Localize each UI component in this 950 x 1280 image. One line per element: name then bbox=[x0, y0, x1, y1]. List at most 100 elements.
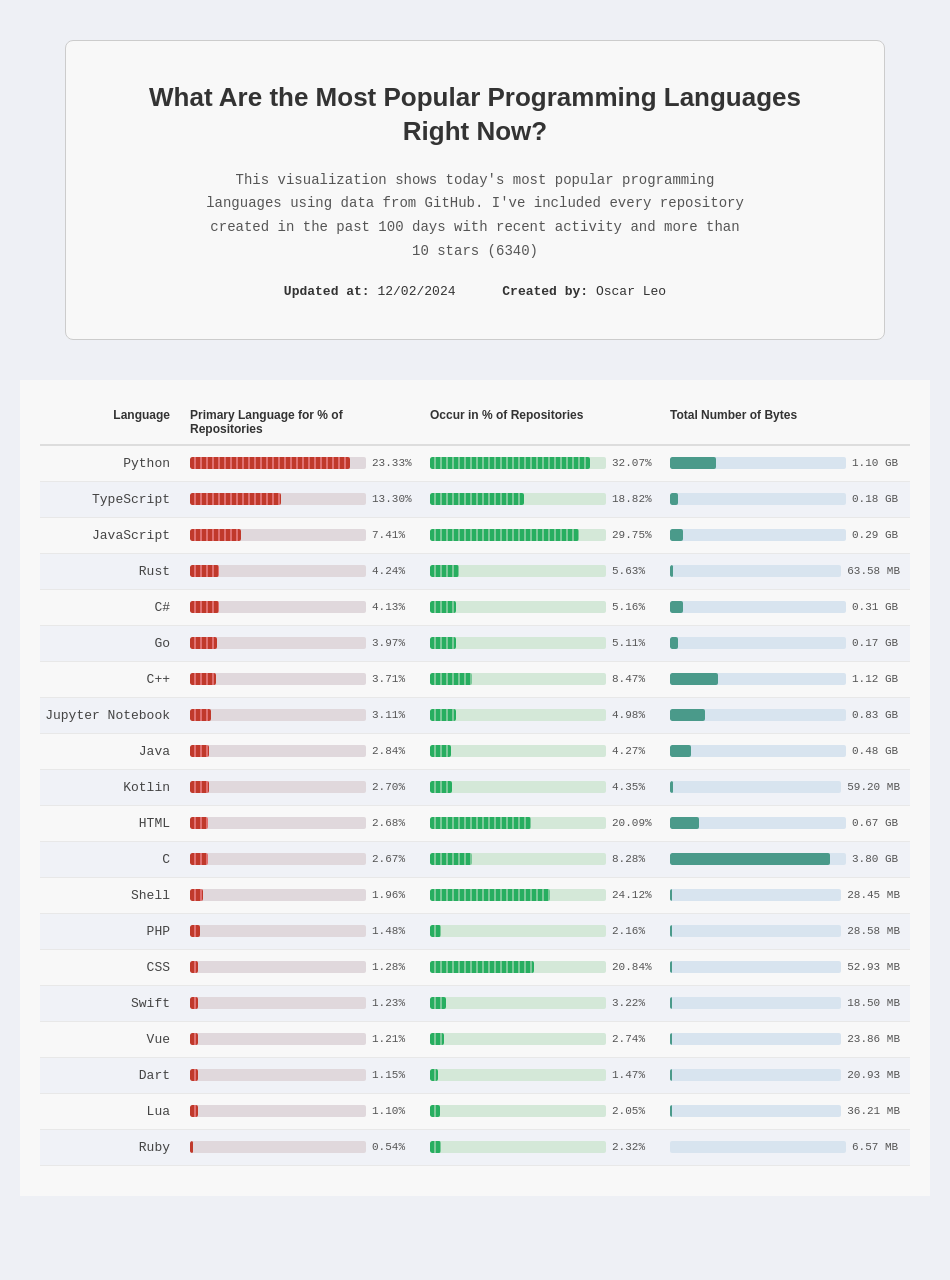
language-name: HTML bbox=[40, 816, 190, 831]
primary-bar-track bbox=[190, 457, 366, 469]
occur-bar-cell: 18.82% bbox=[430, 493, 670, 505]
primary-bar-fill bbox=[190, 1105, 198, 1117]
primary-bar-cell: 2.70% bbox=[190, 781, 430, 793]
bytes-value: 1.12 GB bbox=[852, 673, 900, 685]
occur-pct: 4.35% bbox=[612, 781, 660, 793]
primary-bar-cell: 1.10% bbox=[190, 1105, 430, 1117]
bytes-bar-track bbox=[670, 817, 846, 829]
primary-bar-track bbox=[190, 925, 366, 937]
occur-bar-fill bbox=[430, 781, 452, 793]
bytes-bar-track bbox=[670, 493, 846, 505]
occur-bar-cell: 2.32% bbox=[430, 1141, 670, 1153]
primary-bar-track bbox=[190, 1141, 366, 1153]
bytes-bar-fill bbox=[670, 997, 672, 1009]
bytes-bar-cell: 0.17 GB bbox=[670, 637, 910, 649]
occur-bar-track bbox=[430, 1141, 606, 1153]
primary-bar-track bbox=[190, 817, 366, 829]
occur-bar-fill bbox=[430, 817, 531, 829]
occur-bar-cell: 1.47% bbox=[430, 1069, 670, 1081]
language-name: JavaScript bbox=[40, 528, 190, 543]
primary-bar-fill bbox=[190, 457, 350, 469]
primary-bar-track bbox=[190, 1033, 366, 1045]
occur-bar-track bbox=[430, 925, 606, 937]
updated-label: Updated at: bbox=[284, 284, 370, 299]
bytes-bar-track bbox=[670, 925, 841, 937]
language-name: Jupyter Notebook bbox=[40, 708, 190, 723]
occur-bar-track bbox=[430, 529, 606, 541]
occur-pct: 2.16% bbox=[612, 925, 660, 937]
primary-bar-fill bbox=[190, 1069, 198, 1081]
language-name: Go bbox=[40, 636, 190, 651]
table-row: Dart 1.15% 1.47% 20.93 MB bbox=[40, 1058, 910, 1094]
bytes-bar-track bbox=[670, 997, 841, 1009]
bytes-bar-fill bbox=[670, 529, 683, 541]
primary-pct: 1.96% bbox=[372, 889, 420, 901]
created-label: Created by: bbox=[502, 284, 588, 299]
table-row: Swift 1.23% 3.22% 18.50 MB bbox=[40, 986, 910, 1022]
bytes-value: 59.20 MB bbox=[847, 781, 900, 793]
primary-bar-track bbox=[190, 1069, 366, 1081]
occur-bar-track bbox=[430, 853, 606, 865]
primary-bar-cell: 2.84% bbox=[190, 745, 430, 757]
occur-bar-track bbox=[430, 1033, 606, 1045]
primary-bar-track bbox=[190, 709, 366, 721]
occur-bar-fill bbox=[430, 601, 456, 613]
primary-bar-fill bbox=[190, 565, 219, 577]
primary-bar-track bbox=[190, 565, 366, 577]
primary-bar-cell: 1.48% bbox=[190, 925, 430, 937]
bytes-bar-cell: 3.80 GB bbox=[670, 853, 910, 865]
primary-bar-fill bbox=[190, 853, 208, 865]
occur-bar-track bbox=[430, 673, 606, 685]
primary-bar-cell: 13.30% bbox=[190, 493, 430, 505]
occur-bar-track bbox=[430, 781, 606, 793]
occur-bar-fill bbox=[430, 1033, 444, 1045]
bytes-value: 28.45 MB bbox=[847, 889, 900, 901]
occur-bar-cell: 5.16% bbox=[430, 601, 670, 613]
occur-bar-cell: 4.35% bbox=[430, 781, 670, 793]
occur-bar-fill bbox=[430, 1069, 438, 1081]
primary-bar-fill bbox=[190, 601, 219, 613]
primary-pct: 13.30% bbox=[372, 493, 420, 505]
primary-bar-fill bbox=[190, 1033, 198, 1045]
primary-bar-cell: 1.23% bbox=[190, 997, 430, 1009]
language-name: C++ bbox=[40, 672, 190, 687]
occur-pct: 20.09% bbox=[612, 817, 660, 829]
occur-bar-track bbox=[430, 997, 606, 1009]
occur-bar-cell: 32.07% bbox=[430, 457, 670, 469]
bytes-bar-cell: 0.29 GB bbox=[670, 529, 910, 541]
col-primary-header: Primary Language for % of Repositories bbox=[190, 408, 430, 436]
occur-bar-fill bbox=[430, 529, 579, 541]
bytes-bar-cell: 36.21 MB bbox=[670, 1105, 910, 1117]
occur-bar-track bbox=[430, 961, 606, 973]
bytes-bar-cell: 20.93 MB bbox=[670, 1069, 910, 1081]
primary-pct: 1.48% bbox=[372, 925, 420, 937]
primary-bar-cell: 4.13% bbox=[190, 601, 430, 613]
occur-bar-track bbox=[430, 889, 606, 901]
language-name: CSS bbox=[40, 960, 190, 975]
table-row: Python 23.33% 32.07% 1.10 GB bbox=[40, 446, 910, 482]
bytes-bar-cell: 6.57 MB bbox=[670, 1141, 910, 1153]
header-card: What Are the Most Popular Programming La… bbox=[65, 40, 885, 340]
occur-bar-fill bbox=[430, 961, 534, 973]
bytes-bar-track bbox=[670, 961, 841, 973]
primary-bar-fill bbox=[190, 709, 211, 721]
bytes-value: 0.17 GB bbox=[852, 637, 900, 649]
occur-bar-fill bbox=[430, 997, 446, 1009]
created-value: Oscar Leo bbox=[596, 284, 666, 299]
occur-bar-cell: 4.27% bbox=[430, 745, 670, 757]
language-name: Rust bbox=[40, 564, 190, 579]
primary-pct: 2.68% bbox=[372, 817, 420, 829]
primary-pct: 4.24% bbox=[372, 565, 420, 577]
primary-bar-fill bbox=[190, 961, 198, 973]
occur-bar-fill bbox=[430, 637, 456, 649]
table-row: Rust 4.24% 5.63% 63.58 MB bbox=[40, 554, 910, 590]
occur-pct: 18.82% bbox=[612, 493, 660, 505]
primary-pct: 2.84% bbox=[372, 745, 420, 757]
occur-bar-cell: 29.75% bbox=[430, 529, 670, 541]
col-occur-header: Occur in % of Repositories bbox=[430, 408, 670, 436]
language-name: Swift bbox=[40, 996, 190, 1011]
occur-bar-track bbox=[430, 493, 606, 505]
bytes-bar-fill bbox=[670, 853, 830, 865]
table-body: Python 23.33% 32.07% 1.10 GB TypeScript … bbox=[40, 446, 910, 1166]
table-row: Vue 1.21% 2.74% 23.86 MB bbox=[40, 1022, 910, 1058]
